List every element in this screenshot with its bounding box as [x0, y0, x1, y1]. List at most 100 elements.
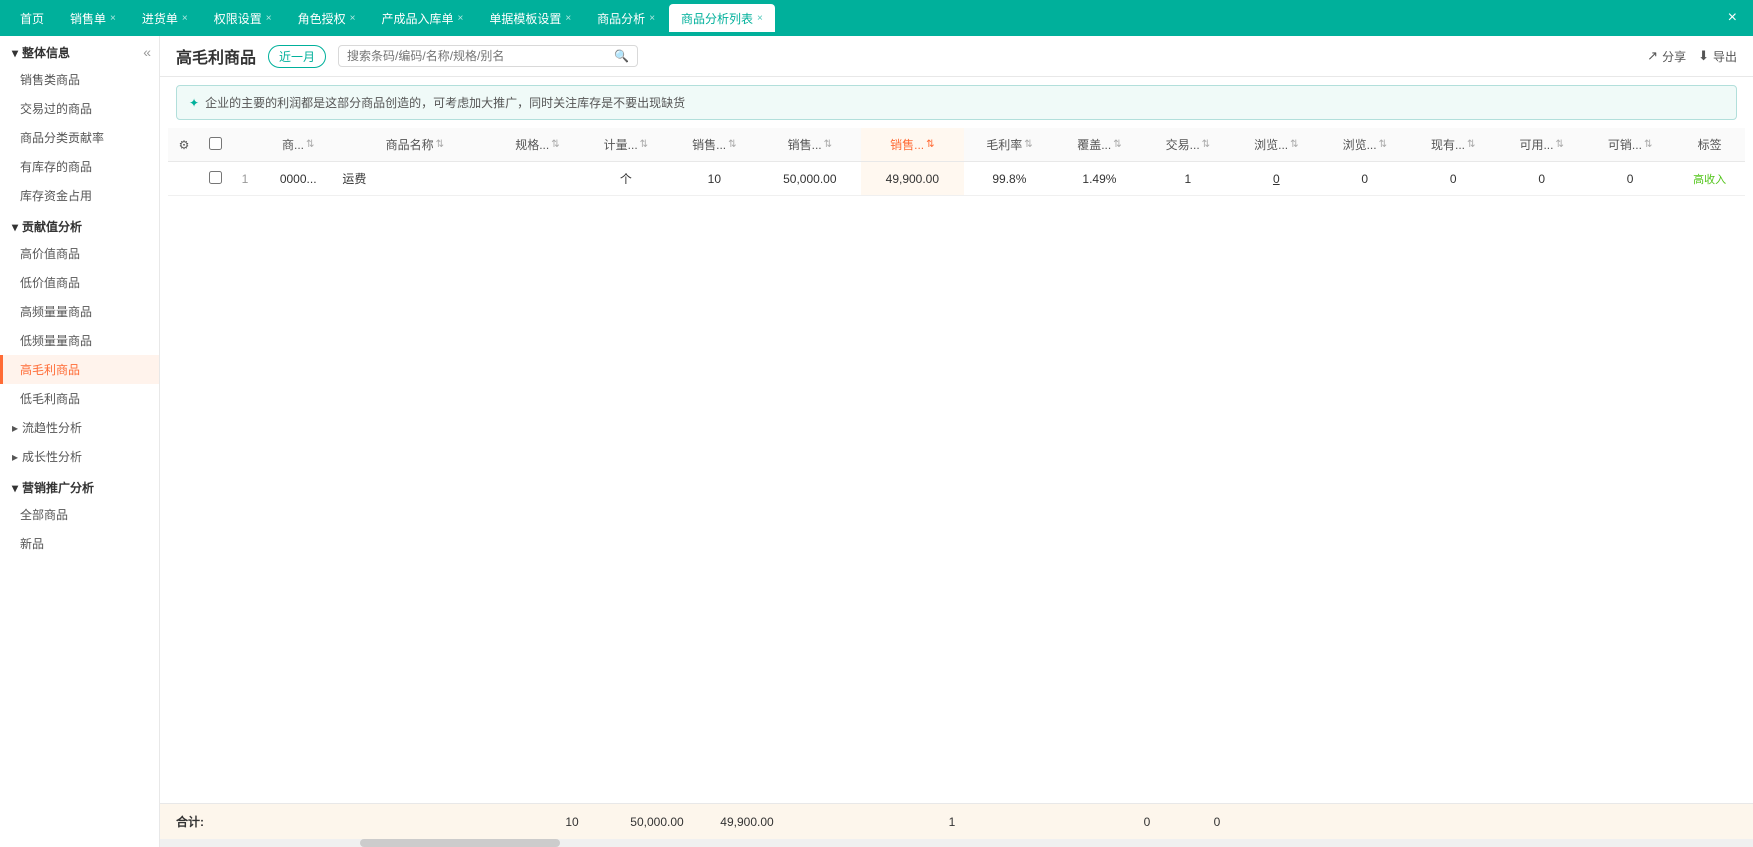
sidebar-item-low-freq[interactable]: 低频量量商品	[0, 326, 159, 355]
footer-transaction: 1	[912, 815, 992, 829]
chevron-down-icon: ▾	[12, 46, 18, 60]
sidebar-section-wealth[interactable]: ▾ 贡献值分析	[0, 210, 159, 239]
nav-tab-roles[interactable]: 角色授权 ×	[286, 4, 368, 32]
sort-icon-sales-amount: ⇅	[824, 139, 832, 150]
sidebar-section-marketing[interactable]: ▾ 营销推广分析	[0, 471, 159, 500]
row-browse1[interactable]: 0	[1232, 162, 1320, 196]
table-row: 1 0000... 运费 个	[168, 162, 1745, 196]
close-tab-products-entry[interactable]: ×	[457, 13, 463, 24]
scrollbar-thumb[interactable]	[360, 839, 560, 847]
page-title: 高毛利商品	[176, 44, 256, 68]
margin-rate-col-header[interactable]: 毛利率 ⇅	[964, 128, 1056, 162]
row-checkbox[interactable]	[200, 162, 230, 196]
row-select-checkbox[interactable]	[209, 171, 222, 184]
sidebar-item-traded-goods[interactable]: 交易过的商品	[0, 94, 159, 123]
select-all-checkbox[interactable]	[209, 137, 222, 150]
export-button[interactable]: ⬇ 导出	[1698, 48, 1737, 65]
footer-sales-cost: 49,900.00	[702, 815, 792, 829]
sort-icon-browse1: ⇅	[1290, 139, 1298, 150]
sales-cost-col-header[interactable]: 销售... ⇅	[861, 128, 964, 162]
close-tab-roles[interactable]: ×	[350, 13, 356, 24]
header-actions: ↗ 分享 ⬇ 导出	[1647, 48, 1737, 65]
filter-recent-month-button[interactable]: 近一月	[268, 45, 326, 68]
table-container[interactable]: ⚙ 商... ⇅	[160, 128, 1753, 803]
close-tab-sales[interactable]: ×	[110, 13, 116, 24]
sidebar-section-growth[interactable]: ▸ 成长性分析	[0, 442, 159, 471]
sort-icon-code: ⇅	[306, 139, 314, 150]
share-button[interactable]: ↗ 分享	[1647, 48, 1686, 65]
sort-icon-spec: ⇅	[551, 139, 559, 150]
tip-icon: ✦	[189, 96, 199, 110]
settings-col-header[interactable]: ⚙	[168, 128, 200, 162]
sidebar-item-all-goods[interactable]: 全部商品	[0, 500, 159, 529]
share-icon: ↗	[1647, 48, 1658, 64]
nav-tab-purchase[interactable]: 进货单 ×	[130, 4, 200, 32]
sidebar-item-stocked-goods[interactable]: 有库存的商品	[0, 152, 159, 181]
content-area: 高毛利商品 近一月 🔍 ↗ 分享 ⬇ 导出 ✦ 企业的主要的利润都是这部分商品创…	[160, 36, 1753, 847]
close-tab-product-analysis-list[interactable]: ×	[757, 13, 763, 24]
sidebar-item-high-freq[interactable]: 高频量量商品	[0, 297, 159, 326]
sort-icon-sales-cost: ⇅	[926, 139, 934, 150]
sidebar-item-low-margin[interactable]: 低毛利商品	[0, 384, 159, 413]
checkbox-col-header[interactable]	[200, 128, 230, 162]
current-stock-col-header[interactable]: 现有... ⇅	[1409, 128, 1497, 162]
nav-tab-template[interactable]: 单据模板设置 ×	[477, 4, 583, 32]
coverage-col-header[interactable]: 覆盖... ⇅	[1055, 128, 1143, 162]
info-banner: ✦ 企业的主要的利润都是这部分商品创造的，可考虑加大推广，同时关注库存是不要出现…	[176, 85, 1737, 120]
row-sales-cost: 49,900.00	[861, 162, 964, 196]
close-tab-permissions[interactable]: ×	[266, 13, 272, 24]
browse2-col-header[interactable]: 浏览... ⇅	[1321, 128, 1409, 162]
row-settings	[168, 162, 200, 196]
search-input[interactable]	[347, 49, 610, 63]
sidebar-item-low-value[interactable]: 低价值商品	[0, 268, 159, 297]
row-tag: 高收入	[1674, 162, 1745, 196]
search-icon[interactable]: 🔍	[614, 49, 629, 63]
row-margin-rate: 99.8%	[964, 162, 1056, 196]
products-table: ⚙ 商... ⇅	[168, 128, 1745, 196]
horizontal-scrollbar[interactable]	[160, 839, 1753, 847]
sidebar-section-trend[interactable]: ▸ 流趋性分析	[0, 413, 159, 442]
sidebar-collapse-button[interactable]: «	[143, 44, 151, 60]
nav-tab-product-analysis[interactable]: 商品分析 ×	[585, 4, 667, 32]
row-code[interactable]: 0000...	[260, 162, 336, 196]
search-box: 🔍	[338, 45, 638, 67]
sidebar: « ▾ 整体信息 销售类商品 交易过的商品 商品分类贡献率 有库存的商品 库存资…	[0, 36, 160, 847]
name-col-header[interactable]: 商品名称 ⇅	[336, 128, 493, 162]
footer-current-stock: 0	[1112, 815, 1182, 829]
sales-amount-col-header[interactable]: 销售... ⇅	[759, 128, 862, 162]
nav-tab-products-entry[interactable]: 产成品入库单 ×	[369, 4, 475, 32]
unit-col-header[interactable]: 计量... ⇅	[582, 128, 670, 162]
nav-tab-home[interactable]: 首页	[8, 6, 56, 31]
nav-tab-permissions[interactable]: 权限设置 ×	[202, 4, 284, 32]
spec-col-header[interactable]: 规格... ⇅	[493, 128, 581, 162]
transaction-col-header[interactable]: 交易... ⇅	[1144, 128, 1232, 162]
sort-icon-unit: ⇅	[640, 139, 648, 150]
sort-icon-sales-qty: ⇅	[728, 139, 736, 150]
sidebar-section-overall[interactable]: ▾ 整体信息	[0, 36, 159, 65]
code-col-header[interactable]: 商... ⇅	[260, 128, 336, 162]
footer-sales-qty: 10	[532, 815, 612, 829]
sales-qty-col-header[interactable]: 销售... ⇅	[670, 128, 758, 162]
row-coverage: 1.49%	[1055, 162, 1143, 196]
sidebar-item-stock-capital[interactable]: 库存资金占用	[0, 181, 159, 210]
browse1-col-header[interactable]: 浏览... ⇅	[1232, 128, 1320, 162]
row-current-stock: 0	[1409, 162, 1497, 196]
row-browse2: 0	[1321, 162, 1409, 196]
close-tab-template[interactable]: ×	[565, 13, 571, 24]
close-all-tabs-button[interactable]: ×	[1720, 9, 1745, 27]
footer-sales-amount: 50,000.00	[612, 815, 702, 829]
sidebar-item-sales-goods[interactable]: 销售类商品	[0, 65, 159, 94]
close-tab-purchase[interactable]: ×	[182, 13, 188, 24]
sidebar-item-high-value[interactable]: 高价值商品	[0, 239, 159, 268]
sidebar-item-new-goods[interactable]: 新品	[0, 529, 159, 558]
row-name[interactable]: 运费	[336, 162, 493, 196]
available-col-header[interactable]: 可用... ⇅	[1497, 128, 1585, 162]
close-tab-product-analysis[interactable]: ×	[649, 13, 655, 24]
sidebar-item-high-margin[interactable]: 高毛利商品	[0, 355, 159, 384]
nav-tab-sales[interactable]: 销售单 ×	[58, 4, 128, 32]
sort-icon-coverage: ⇅	[1113, 139, 1121, 150]
saleable-col-header[interactable]: 可销... ⇅	[1586, 128, 1674, 162]
sidebar-item-analysis-contrib[interactable]: 商品分类贡献率	[0, 123, 159, 152]
nav-tab-product-analysis-list[interactable]: 商品分析列表 ×	[669, 4, 775, 32]
sort-icon-browse2: ⇅	[1379, 139, 1387, 150]
